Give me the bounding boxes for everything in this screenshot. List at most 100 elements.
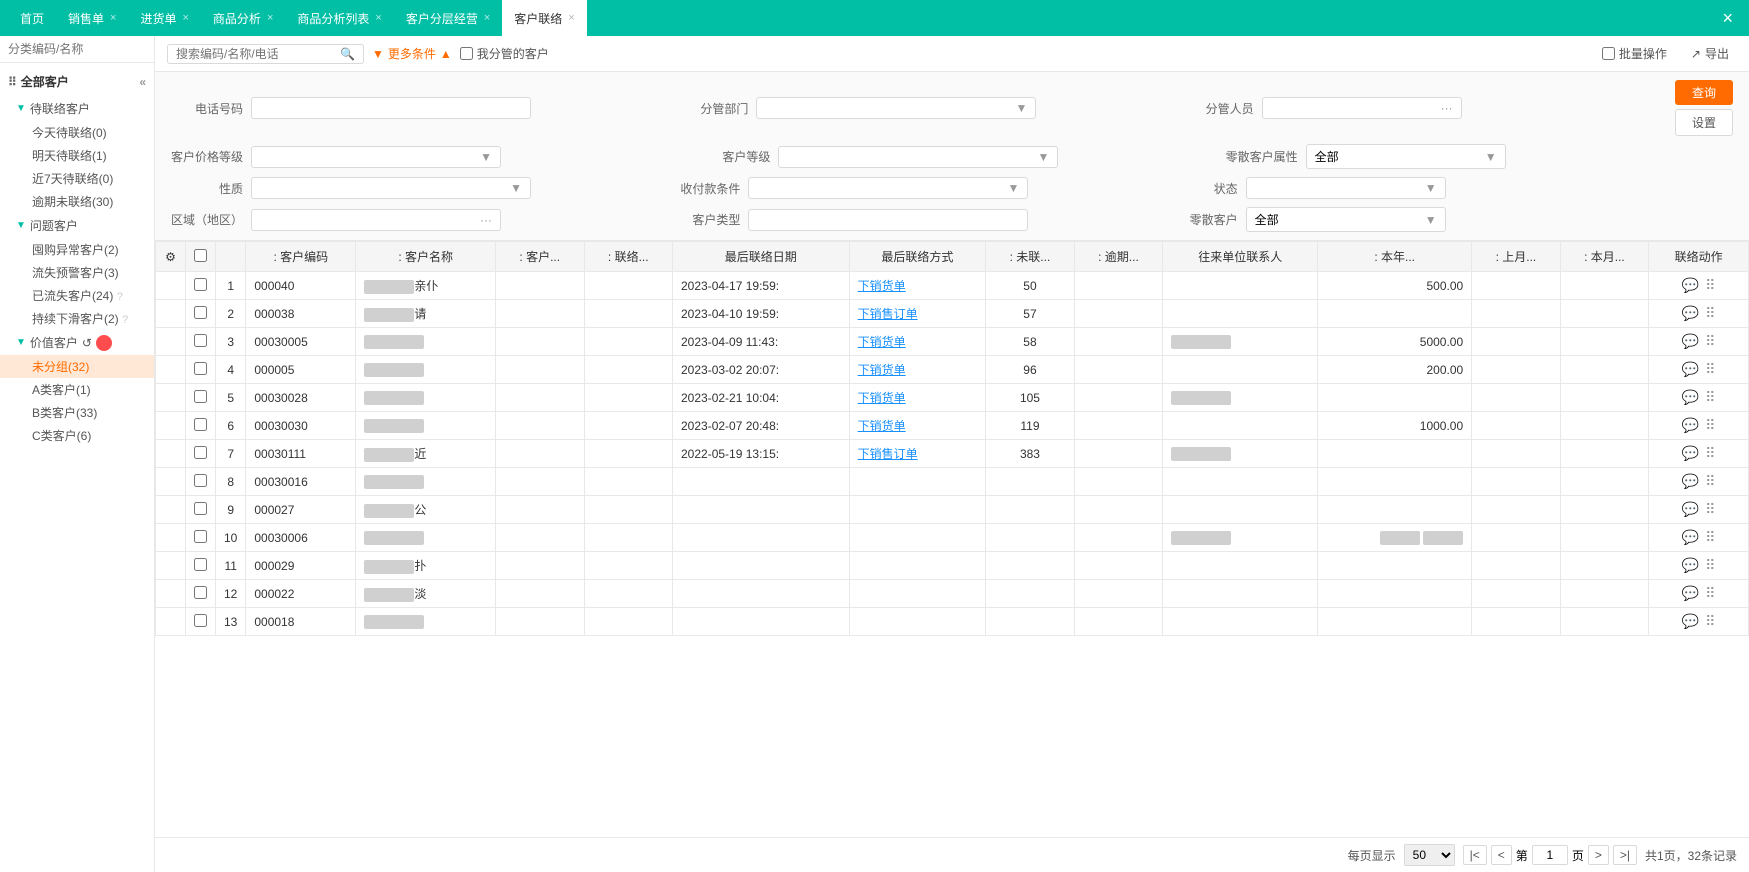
col-settings[interactable]: ⚙ <box>156 242 186 272</box>
col-last-month[interactable]: : 上月... <box>1472 242 1561 272</box>
grid-action-icon[interactable]: ⠿ <box>1705 305 1715 322</box>
my-customers-check[interactable] <box>460 47 473 60</box>
cell-checkbox[interactable] <box>186 356 216 384</box>
cell-checkbox[interactable] <box>186 440 216 468</box>
my-customers-checkbox[interactable]: 我分管的客户 <box>460 45 549 62</box>
grid-action-icon[interactable]: ⠿ <box>1705 277 1715 294</box>
sidebar-item-tomorrow[interactable]: 明天待联络(1) <box>0 144 154 167</box>
cell-checkbox[interactable] <box>186 412 216 440</box>
cell-checkbox[interactable] <box>186 608 216 636</box>
sidebar-group-problem[interactable]: ▼ 问题客户 <box>0 213 154 238</box>
grid-action-icon[interactable]: ⠿ <box>1705 501 1715 518</box>
retail-select[interactable]: 全部 ▼ <box>1246 207 1446 232</box>
nav-customer-contact[interactable]: 客户联络 × <box>502 0 586 36</box>
sidebar-item-c-class[interactable]: C类客户(6) <box>0 424 154 447</box>
col-this-year[interactable]: : 本年... <box>1318 242 1472 272</box>
window-close-button[interactable]: × <box>1714 8 1741 29</box>
row-checkbox[interactable] <box>194 390 207 403</box>
close-contact-icon[interactable]: × <box>568 12 574 24</box>
nav-product-analysis-list[interactable]: 商品分析列表 × <box>285 0 393 36</box>
search-input[interactable] <box>176 47 336 61</box>
batch-checkbox[interactable] <box>1602 47 1615 60</box>
nature-select[interactable]: ▼ <box>251 177 531 199</box>
select-all-checkbox[interactable] <box>194 249 207 262</box>
chat-icon[interactable]: 💬 <box>1682 389 1699 406</box>
cell-checkbox[interactable] <box>186 580 216 608</box>
col-overdue[interactable]: : 逾期... <box>1074 242 1163 272</box>
grid-action-icon[interactable]: ⠿ <box>1705 445 1715 462</box>
row-checkbox[interactable] <box>194 306 207 319</box>
row-checkbox[interactable] <box>194 418 207 431</box>
close-sales-icon[interactable]: × <box>110 12 116 24</box>
export-button[interactable]: ↗ 导出 <box>1683 42 1737 65</box>
region-select[interactable]: ··· <box>251 209 501 231</box>
refresh-icon[interactable]: ↺ <box>82 336 92 350</box>
grid-action-icon[interactable]: ⠿ <box>1705 585 1715 602</box>
cell-checkbox[interactable] <box>186 272 216 300</box>
chat-icon[interactable]: 💬 <box>1682 613 1699 630</box>
col-unit-contact[interactable]: 往来单位联系人 <box>1163 242 1318 272</box>
contact-method-link[interactable]: 下销货单 <box>858 363 906 377</box>
contact-method-link[interactable]: 下销货单 <box>858 419 906 433</box>
query-button[interactable]: 查询 <box>1675 80 1733 105</box>
sidebar-item-a-class[interactable]: A类客户(1) <box>0 378 154 401</box>
close-purchase-icon[interactable]: × <box>182 12 188 24</box>
close-product-analysis-icon[interactable]: × <box>267 12 273 24</box>
cell-checkbox[interactable] <box>186 524 216 552</box>
cell-checkbox[interactable] <box>186 384 216 412</box>
row-checkbox[interactable] <box>194 334 207 347</box>
settings-icon[interactable]: ⚙ <box>165 250 176 264</box>
sidebar-item-overdue-contact[interactable]: 逾期未联络(30) <box>0 190 154 213</box>
grid-action-icon[interactable]: ⠿ <box>1705 529 1715 546</box>
search-icon[interactable]: 🔍 <box>340 47 355 61</box>
chat-icon[interactable]: 💬 <box>1682 333 1699 350</box>
chat-icon[interactable]: 💬 <box>1682 473 1699 490</box>
chat-icon[interactable]: 💬 <box>1682 361 1699 378</box>
close-product-list-icon[interactable]: × <box>375 12 381 24</box>
row-checkbox[interactable] <box>194 474 207 487</box>
row-checkbox[interactable] <box>194 530 207 543</box>
page-number-input[interactable] <box>1532 845 1568 865</box>
sidebar-item-today[interactable]: 今天待联络(0) <box>0 121 154 144</box>
person-input[interactable]: ··· <box>1262 97 1462 119</box>
grid-action-icon[interactable]: ⠿ <box>1705 389 1715 406</box>
chat-icon[interactable]: 💬 <box>1682 305 1699 322</box>
cell-checkbox[interactable] <box>186 468 216 496</box>
nav-product-analysis[interactable]: 商品分析 × <box>201 0 285 36</box>
per-page-select[interactable]: 50 100 200 <box>1404 844 1455 866</box>
chat-icon[interactable]: 💬 <box>1682 529 1699 546</box>
contact-method-link[interactable]: 下销货单 <box>858 279 906 293</box>
sidebar-item-unclassified[interactable]: 未分组(32) <box>0 355 154 378</box>
col-contact[interactable]: : 联络... <box>584 242 673 272</box>
col-this-month[interactable]: : 本月... <box>1560 242 1649 272</box>
grid-action-icon[interactable]: ⠿ <box>1705 613 1715 630</box>
contact-method-link[interactable]: 下销货单 <box>858 335 906 349</box>
dept-select[interactable]: ▼ <box>756 97 1036 119</box>
row-checkbox[interactable] <box>194 586 207 599</box>
sidebar-search-input[interactable] <box>8 42 155 56</box>
cell-checkbox[interactable] <box>186 300 216 328</box>
sidebar-item-churn-warning[interactable]: 流失预警客户(3) <box>0 261 154 284</box>
sidebar-item-churned[interactable]: 已流失客户(24) ? <box>0 284 154 307</box>
row-checkbox[interactable] <box>194 614 207 627</box>
col-last-date[interactable]: 最后联络日期 <box>673 242 850 272</box>
cell-checkbox[interactable] <box>186 552 216 580</box>
cell-checkbox[interactable] <box>186 496 216 524</box>
row-checkbox[interactable] <box>194 558 207 571</box>
nav-purchase[interactable]: 进货单 × <box>128 0 200 36</box>
payment-select[interactable]: ▼ <box>748 177 1028 199</box>
row-checkbox[interactable] <box>194 502 207 515</box>
contact-method-link[interactable]: 下销货单 <box>858 391 906 405</box>
chat-icon[interactable]: 💬 <box>1682 501 1699 518</box>
status-select[interactable]: ▼ <box>1246 177 1446 199</box>
first-page-button[interactable]: |< <box>1463 845 1487 865</box>
chat-icon[interactable]: 💬 <box>1682 445 1699 462</box>
col-name[interactable]: : 客户名称 <box>356 242 496 272</box>
col-no-contact[interactable]: : 未联... <box>986 242 1075 272</box>
grid-action-icon[interactable]: ⠿ <box>1705 557 1715 574</box>
grid-action-icon[interactable]: ⠿ <box>1705 417 1715 434</box>
row-checkbox[interactable] <box>194 362 207 375</box>
prev-page-button[interactable]: < <box>1491 845 1512 865</box>
nav-home[interactable]: 首页 <box>8 0 56 36</box>
phone-input[interactable] <box>251 97 531 119</box>
